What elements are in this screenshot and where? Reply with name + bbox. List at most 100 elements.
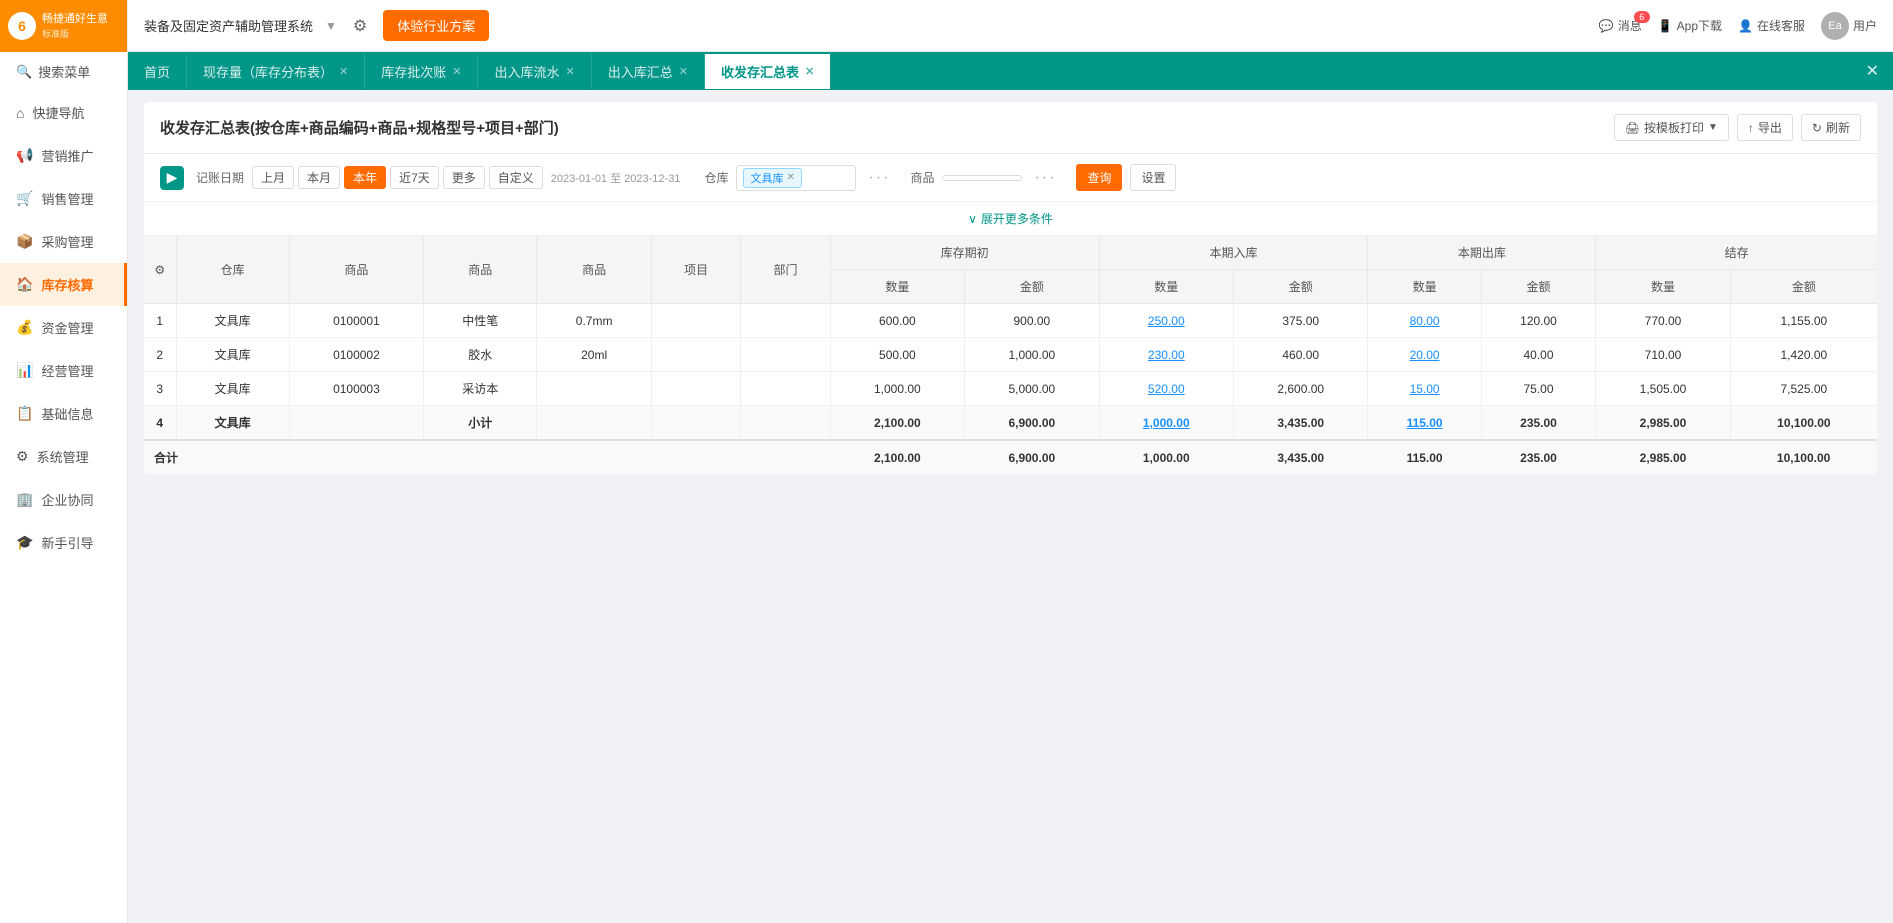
gear-icon[interactable]: ⚙ [349,12,371,40]
tab-receive-issue[interactable]: 收发存汇总表 ✕ [705,54,830,89]
export-button[interactable]: ↑ 导出 [1737,114,1793,141]
expand-conditions-button[interactable]: ∨ 展开更多条件 [960,206,1061,231]
tab-close-icon[interactable]: ✕ [679,65,688,78]
sidebar-item-purchase[interactable]: 📦 采购管理 [0,220,127,263]
tab-close-icon[interactable]: ✕ [805,65,814,78]
experience-button[interactable]: 体验行业方案 [383,10,489,41]
this-year-btn[interactable]: 本年 [344,166,386,189]
sidebar-search[interactable]: 🔍 搜索菜单 [0,52,127,91]
footer-opening-amt: 6,900.00 [965,440,1099,474]
cell-project [651,406,740,441]
cell-opening-amt: 900.00 [965,304,1099,338]
sidebar-item-finance[interactable]: 💰 资金管理 [0,306,127,349]
tab-close-icon[interactable]: ✕ [339,65,348,78]
sidebar-item-enterprise[interactable]: 🏢 企业协同 [0,478,127,521]
sidebar-item-guide[interactable]: 🎓 新手引导 [0,521,127,564]
refresh-label: 刷新 [1826,119,1850,136]
product-label: 商品 [910,169,934,186]
purchase-icon: 📦 [16,233,33,250]
cell-project [651,304,740,338]
cell-out-qty[interactable]: 20.00 [1368,338,1481,372]
settings-button[interactable]: 设置 [1130,164,1176,191]
tab-batch[interactable]: 库存批次账 ✕ [365,54,478,89]
cell-out-qty[interactable]: 115.00 [1368,406,1481,441]
footer-in-amt: 3,435.00 [1234,440,1368,474]
table-row: 1文具库0100001中性笔0.7mm600.00900.00250.00375… [144,304,1877,338]
cell-in-qty[interactable]: 520.00 [1099,372,1233,406]
cell-dept [741,372,830,406]
tab-inventory-dist[interactable]: 现存量（库存分布表） ✕ [187,54,365,89]
cell-in-amt: 2,600.00 [1234,372,1368,406]
tab-close-icon[interactable]: ✕ [566,65,575,78]
tab-bar-close-icon[interactable]: ✕ [1852,53,1893,89]
cell-out-qty[interactable]: 80.00 [1368,304,1481,338]
warehouse-tag-close[interactable]: ✕ [786,172,794,183]
sidebar-item-label: 基础信息 [41,404,93,423]
sidebar-item-operations[interactable]: 📊 经营管理 [0,349,127,392]
sidebar-item-sales[interactable]: 🛒 销售管理 [0,177,127,220]
cell-project [651,338,740,372]
cell-no: 4 [144,406,176,441]
more-dates-btn[interactable]: 更多 [443,166,485,189]
cell-closing-amt: 1,155.00 [1730,304,1877,338]
message-badge: 6 [1634,11,1650,23]
cell-out-qty[interactable]: 15.00 [1368,372,1481,406]
th-closing-amt: 金额 [1730,270,1877,304]
filter-panel: ▶ 记账日期 上月 本月 本年 近7天 更多 自定义 2023-01-01 至 … [144,154,1877,202]
sidebar-item-basic-info[interactable]: 📋 基础信息 [0,392,127,435]
th-dept: 部门 [741,236,830,304]
content-area: 收发存汇总表(按仓库+商品编码+商品+规格型号+项目+部门) 🖨 按模板打印 ▼… [128,90,1893,923]
main-area: 装备及固定资产辅助管理系统 ▼ ⚙ 体验行业方案 💬 消息 6 📱 App下载 … [128,0,1893,923]
th-in-group: 本期入库 [1099,236,1368,270]
sidebar-item-inventory[interactable]: 🏠 库存核算 [0,263,127,306]
page-content: 收发存汇总表(按仓库+商品编码+商品+规格型号+项目+部门) 🖨 按模板打印 ▼… [144,102,1877,474]
cell-in-qty[interactable]: 250.00 [1099,304,1233,338]
warehouse-filter-container[interactable]: 文具库 ✕ [736,165,856,191]
cell-closing-qty: 2,985.00 [1596,406,1730,441]
cell-opening-qty: 600.00 [830,304,964,338]
th-opening-qty: 数量 [830,270,964,304]
sidebar-item-marketing[interactable]: 📢 营销推广 [0,134,127,177]
th-in-qty: 数量 [1099,270,1233,304]
last-7days-btn[interactable]: 近7天 [390,166,439,189]
cell-dept [741,304,830,338]
tab-summary[interactable]: 出入库汇总 ✕ [592,54,705,89]
cell-closing-amt: 7,525.00 [1730,372,1877,406]
filter-toggle-button[interactable]: ▶ [160,166,184,190]
print-template-button[interactable]: 🖨 按模板打印 ▼ [1614,114,1729,141]
cell-spec: 0.7mm [537,304,652,338]
cell-in-qty[interactable]: 1,000.00 [1099,406,1233,441]
product-more-dots[interactable]: ··· [1030,169,1060,187]
product-filter-container[interactable] [942,175,1022,181]
cell-name: 中性笔 [424,304,537,338]
cell-name: 胶水 [424,338,537,372]
refresh-button[interactable]: ↻ 刷新 [1801,114,1861,141]
table-header-group-row: ⚙ 仓库 商品 商品 商品 项目 部门 库存期初 本期入库 本期出库 结存 [144,236,1877,270]
tab-flow[interactable]: 出入库流水 ✕ [478,54,591,89]
app-download-action[interactable]: 📱 App下载 [1658,17,1722,34]
sidebar-item-label: 库存核算 [41,275,93,294]
this-month-btn[interactable]: 本月 [298,166,340,189]
cell-out-amt: 235.00 [1481,406,1596,441]
tab-home[interactable]: 首页 [128,54,187,89]
cell-dept [741,338,830,372]
tab-bar: 首页 现存量（库存分布表） ✕ 库存批次账 ✕ 出入库流水 ✕ 出入库汇总 ✕ … [128,52,1893,90]
warehouse-more-dots[interactable]: ··· [864,169,894,187]
sidebar-item-system[interactable]: ⚙ 系统管理 [0,435,127,478]
query-button[interactable]: 查询 [1076,164,1122,191]
user-action[interactable]: Ea 用户 [1821,12,1877,40]
th-settings[interactable]: ⚙ [144,236,176,304]
footer-closing-amt: 10,100.00 [1730,440,1877,474]
cell-in-qty[interactable]: 230.00 [1099,338,1233,372]
online-service-action[interactable]: 👤 在线客服 [1738,17,1805,34]
date-range-display: 2023-01-01 至 2023-12-31 [551,170,681,186]
message-action[interactable]: 💬 消息 6 [1599,17,1642,34]
page-title: 收发存汇总表(按仓库+商品编码+商品+规格型号+项目+部门) [160,117,559,138]
cell-in-amt: 3,435.00 [1234,406,1368,441]
custom-date-btn[interactable]: 自定义 [489,166,543,189]
th-out-amt: 金额 [1481,270,1596,304]
sidebar-item-quick-nav[interactable]: ⌂ 快捷导航 [0,91,127,134]
last-month-btn[interactable]: 上月 [252,166,294,189]
tab-close-icon[interactable]: ✕ [452,65,461,78]
th-in-amt: 金额 [1234,270,1368,304]
